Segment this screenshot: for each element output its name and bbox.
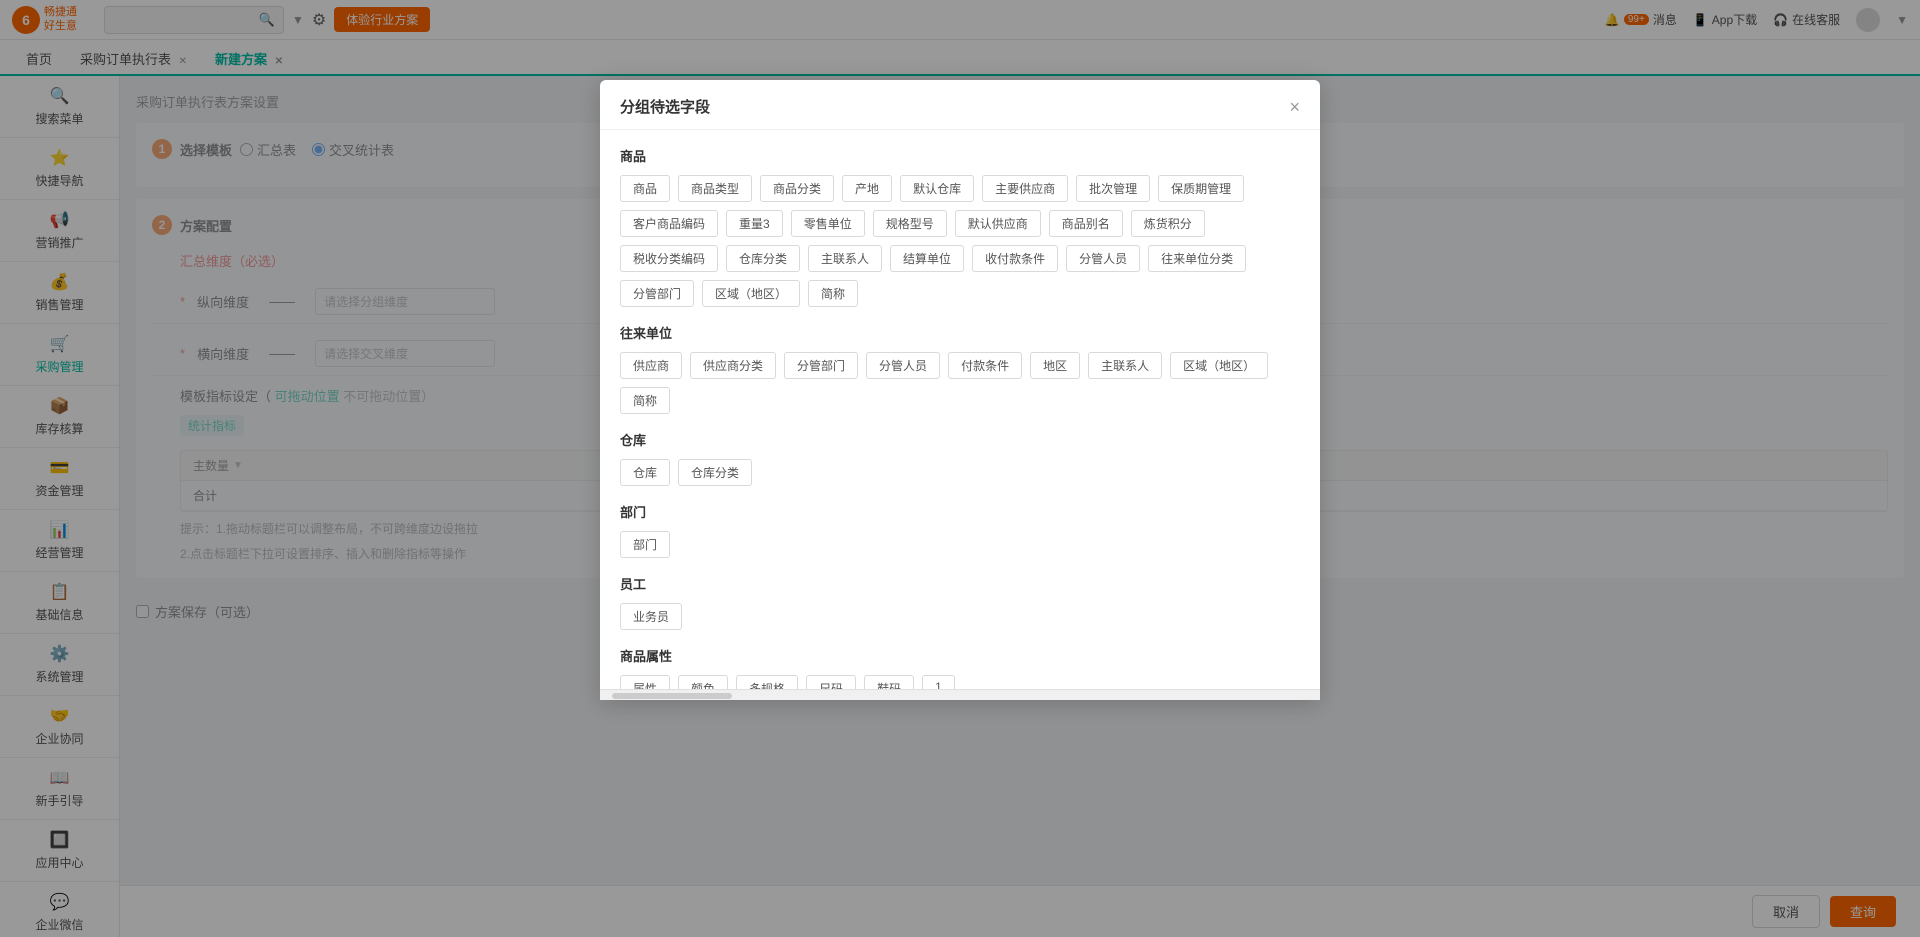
modal-header: 分组待选字段 × xyxy=(600,80,1320,130)
field-settlement-unit[interactable]: 结算单位 xyxy=(890,245,964,272)
section-product-attr-title: 商品属性 xyxy=(620,646,1300,665)
modal-close-button[interactable]: × xyxy=(1289,98,1300,116)
field-partner-supervisor[interactable]: 分管人员 xyxy=(866,352,940,379)
field-product-category[interactable]: 商品分类 xyxy=(760,175,834,202)
section-product-title: 商品 xyxy=(620,146,1300,165)
section-employee-title: 员工 xyxy=(620,574,1300,593)
field-product-type[interactable]: 商品类型 xyxy=(678,175,752,202)
field-product[interactable]: 商品 xyxy=(620,175,670,202)
field-shoe-size[interactable]: 鞋码 xyxy=(864,675,914,689)
modal-title: 分组待选字段 xyxy=(620,96,710,117)
section-product-fields: 商品 商品类型 商品分类 产地 默认仓库 主要供应商 批次管理 保质期管理 客户… xyxy=(620,175,1300,307)
field-partner-contact[interactable]: 主联系人 xyxy=(1088,352,1162,379)
field-warehouse-cat[interactable]: 仓库分类 xyxy=(678,459,752,486)
field-dept[interactable]: 部门 xyxy=(620,531,670,558)
field-spec-model[interactable]: 规格型号 xyxy=(873,210,947,237)
field-main-supplier[interactable]: 主要供应商 xyxy=(982,175,1068,202)
field-abbr-product[interactable]: 简称 xyxy=(808,280,858,307)
section-partner-fields: 供应商 供应商分类 分管部门 分管人员 付款条件 地区 主联系人 区域（地区） … xyxy=(620,352,1300,414)
field-employee[interactable]: 业务员 xyxy=(620,603,682,630)
field-region-product[interactable]: 区域（地区） xyxy=(702,280,800,307)
section-employee-fields: 业务员 xyxy=(620,603,1300,630)
section-dept-title: 部门 xyxy=(620,502,1300,521)
field-main-contact[interactable]: 主联系人 xyxy=(808,245,882,272)
field-partner-payment[interactable]: 付款条件 xyxy=(948,352,1022,379)
section-warehouse-fields: 仓库 仓库分类 xyxy=(620,459,1300,486)
section-product-attr-fields: 属性 颜色 多规格 尺码 鞋码 1 xyxy=(620,675,1300,689)
field-supplier-category[interactable]: 供应商分类 xyxy=(690,352,776,379)
field-partner-region[interactable]: 地区 xyxy=(1030,352,1080,379)
modal-overlay: 分组待选字段 × 商品 商品 商品类型 商品分类 产地 默认仓库 主要供应商 批… xyxy=(0,0,1920,937)
field-weight3[interactable]: 重量3 xyxy=(726,210,783,237)
field-customer-code[interactable]: 客户商品编码 xyxy=(620,210,718,237)
field-attr-1[interactable]: 1 xyxy=(922,675,955,689)
field-partner-category[interactable]: 往来单位分类 xyxy=(1148,245,1246,272)
field-supplier[interactable]: 供应商 xyxy=(620,352,682,379)
field-tax-code[interactable]: 税收分类编码 xyxy=(620,245,718,272)
modal: 分组待选字段 × 商品 商品 商品类型 商品分类 产地 默认仓库 主要供应商 批… xyxy=(600,80,1320,700)
section-dept-fields: 部门 xyxy=(620,531,1300,558)
field-attr[interactable]: 属性 xyxy=(620,675,670,689)
field-product-alias[interactable]: 商品别名 xyxy=(1049,210,1123,237)
field-default-supplier[interactable]: 默认供应商 xyxy=(955,210,1041,237)
field-warehouse-category[interactable]: 仓库分类 xyxy=(726,245,800,272)
field-shelf-life[interactable]: 保质期管理 xyxy=(1158,175,1244,202)
modal-hscroll-thumb xyxy=(612,693,732,699)
field-batch-mgmt[interactable]: 批次管理 xyxy=(1076,175,1150,202)
field-partner-dept[interactable]: 分管部门 xyxy=(784,352,858,379)
field-partner-abbr[interactable]: 简称 xyxy=(620,387,670,414)
field-warehouse[interactable]: 仓库 xyxy=(620,459,670,486)
field-dept-mgr[interactable]: 分管部门 xyxy=(620,280,694,307)
field-points[interactable]: 炼货积分 xyxy=(1131,210,1205,237)
modal-horizontal-scrollbar[interactable] xyxy=(600,689,1320,700)
field-supervisor[interactable]: 分管人员 xyxy=(1066,245,1140,272)
section-partner-title: 往来单位 xyxy=(620,323,1300,342)
field-partner-area[interactable]: 区域（地区） xyxy=(1170,352,1268,379)
field-default-warehouse[interactable]: 默认仓库 xyxy=(900,175,974,202)
field-size[interactable]: 尺码 xyxy=(806,675,856,689)
section-warehouse-title: 仓库 xyxy=(620,430,1300,449)
field-payment-terms[interactable]: 收付款条件 xyxy=(972,245,1058,272)
field-retail-unit[interactable]: 零售单位 xyxy=(791,210,865,237)
field-color[interactable]: 颜色 xyxy=(678,675,728,689)
field-multi-spec[interactable]: 多规格 xyxy=(736,675,798,689)
modal-body[interactable]: 商品 商品 商品类型 商品分类 产地 默认仓库 主要供应商 批次管理 保质期管理… xyxy=(600,130,1320,689)
field-origin[interactable]: 产地 xyxy=(842,175,892,202)
